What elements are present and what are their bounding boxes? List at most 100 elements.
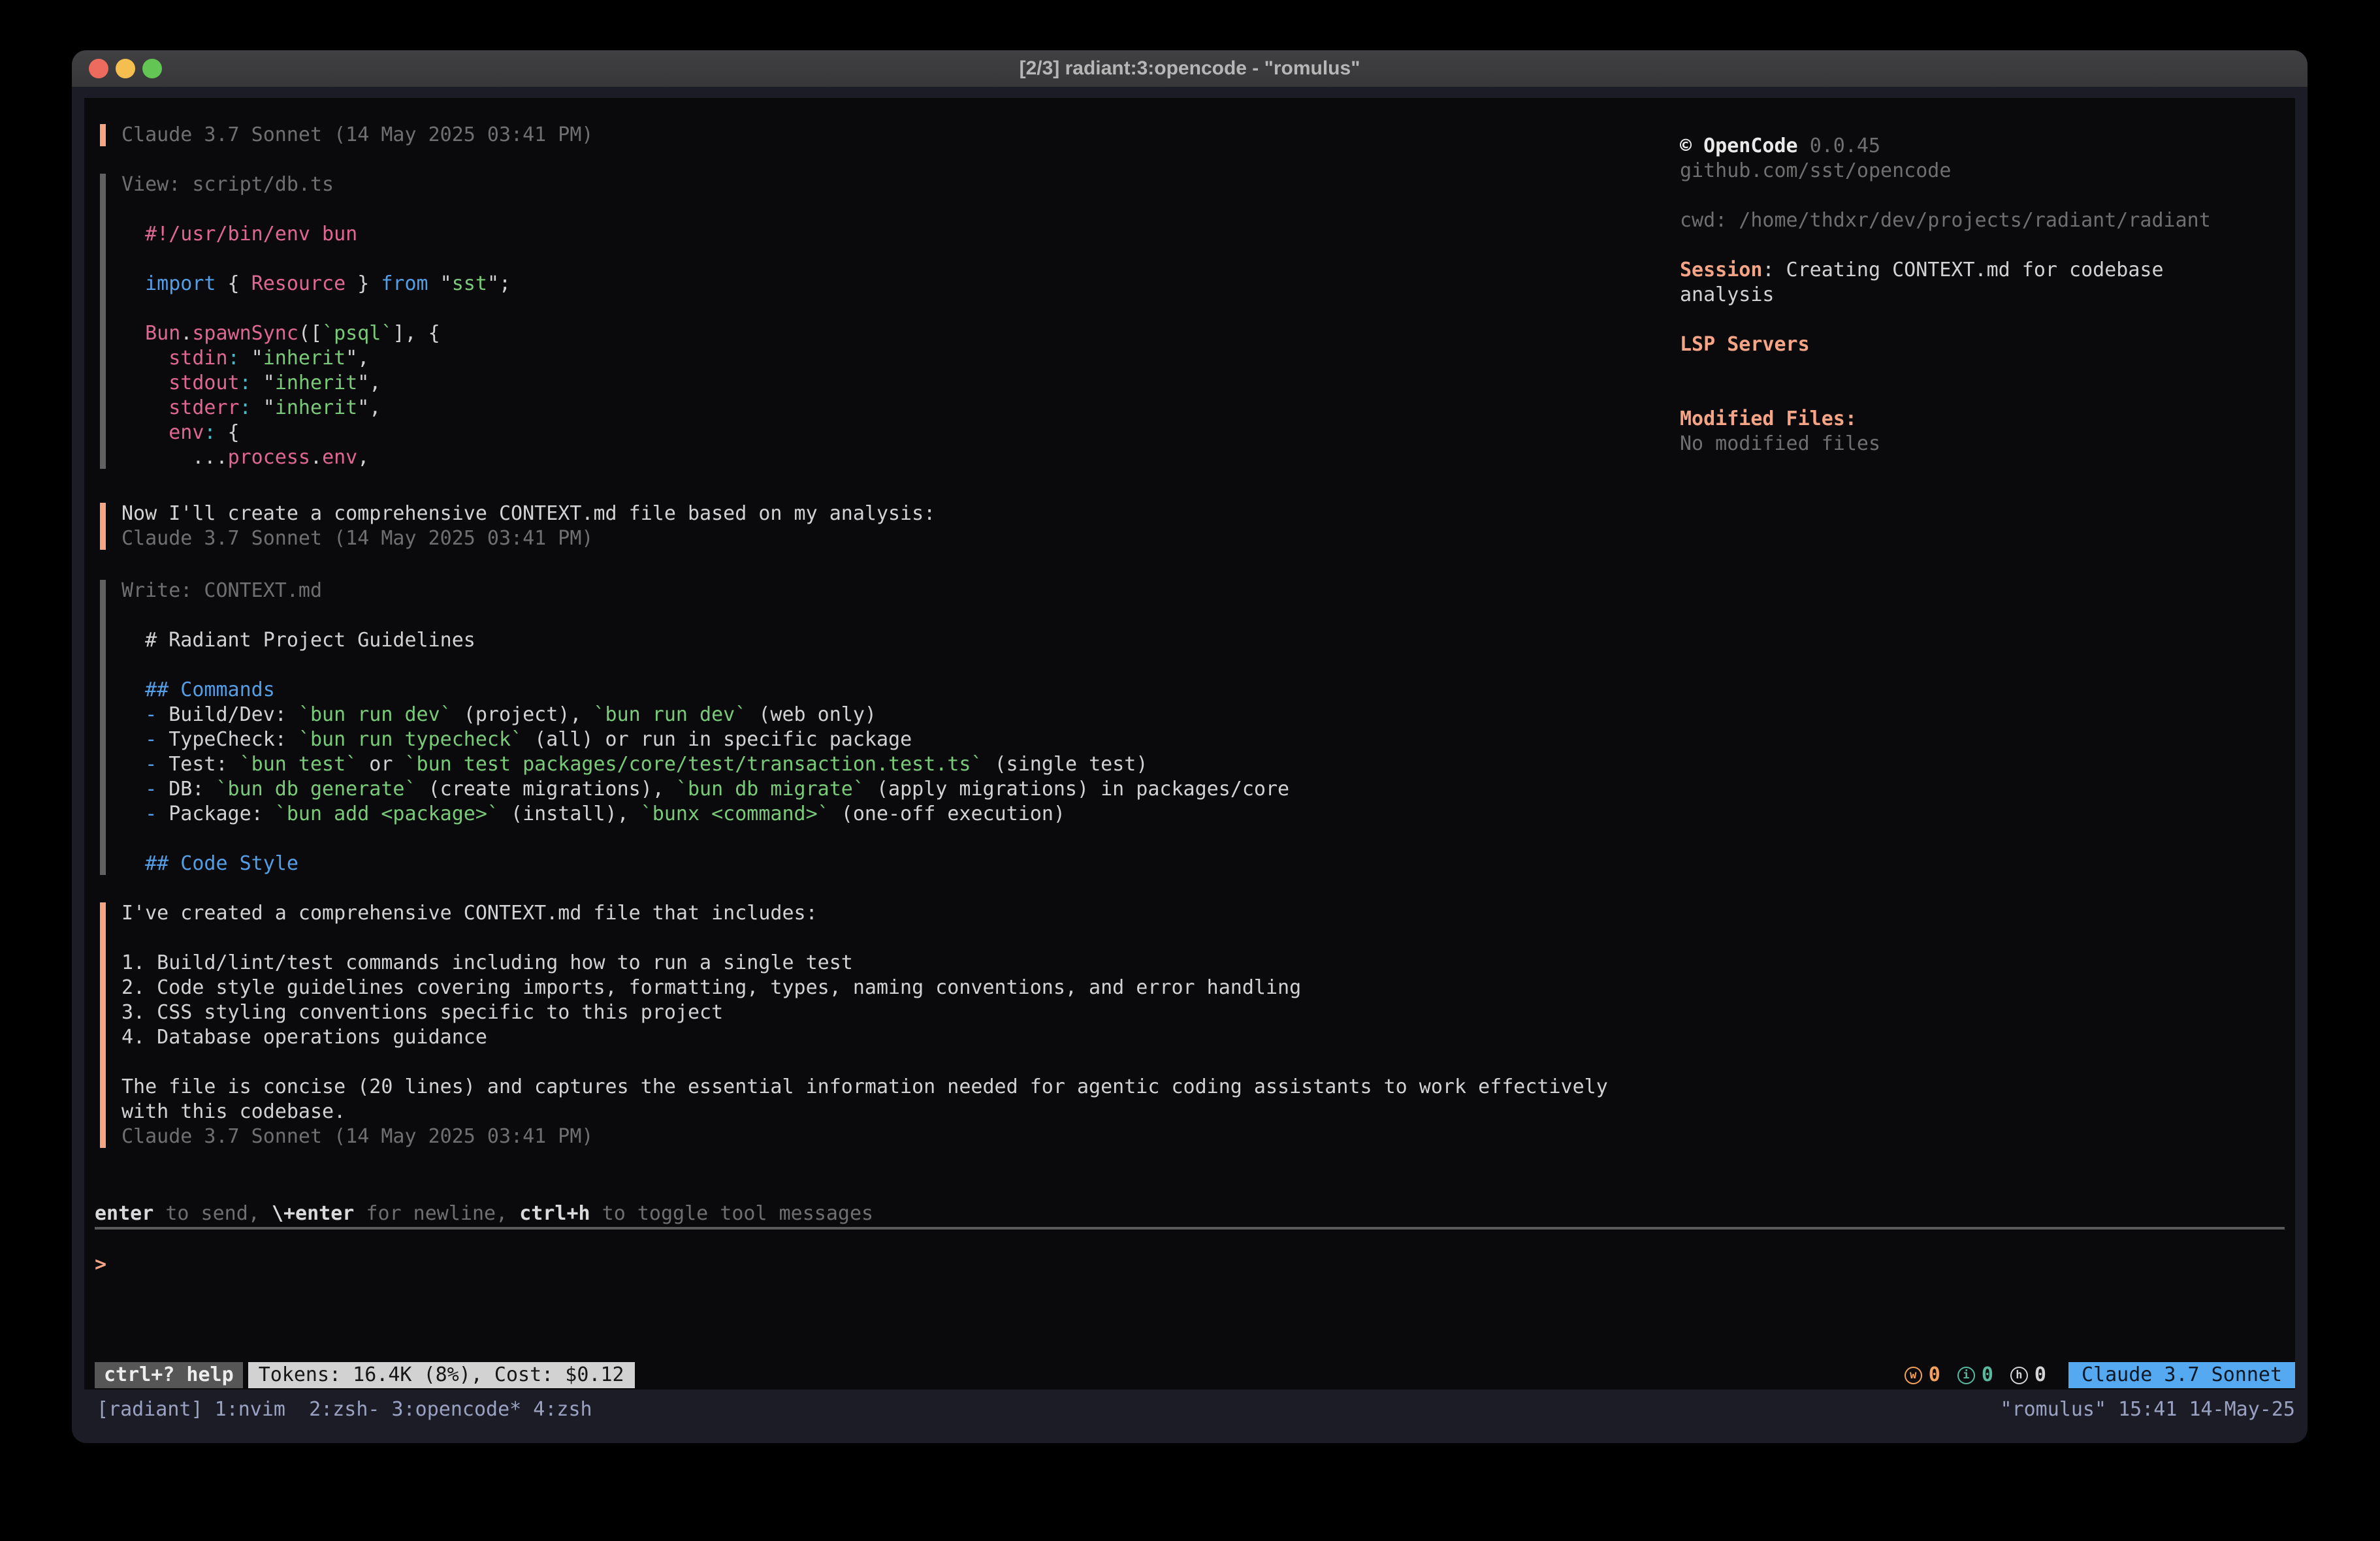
prompt-input[interactable]: >	[95, 1252, 106, 1277]
text-segment: `bun run dev`	[298, 703, 452, 726]
keybinding-hint: enter to send, \+enter for newline, ctrl…	[95, 1201, 873, 1226]
text-segment: for newline,	[354, 1202, 519, 1225]
text-segment: `bunx <command>`	[641, 802, 829, 825]
text-line: github.com/sst/opencode	[1680, 159, 2206, 183]
gray-accent-bar	[100, 174, 106, 469]
text-segment: from	[381, 272, 428, 295]
text-segment: ([	[298, 322, 322, 345]
text-segment: (apply migrations) in packages/core	[865, 778, 1289, 801]
close-button[interactable]	[89, 59, 108, 78]
text-segment: "	[428, 272, 452, 295]
text-line: Bun.spawnSync([`psql`], {	[121, 321, 1608, 346]
text-segment: Write: CONTEXT.md	[121, 579, 322, 602]
orange-accent-bar	[100, 902, 106, 1148]
text-line	[1680, 183, 2206, 208]
text-line: stderr: "inherit",	[121, 396, 1608, 421]
text-line: I've created a comprehensive CONTEXT.md …	[121, 901, 1608, 926]
text-line: - TypeCheck: `bun run typecheck` (all) o…	[121, 727, 1608, 752]
text-line: cwd: /home/thdxr/dev/projects/radiant/ra…	[1680, 208, 2206, 233]
window-title: [2/3] radiant:3:opencode - "romulus"	[1020, 57, 1360, 80]
text-segment: .	[180, 322, 192, 345]
text-line: ## Code Style	[121, 851, 1608, 876]
traffic-lights	[89, 59, 162, 78]
opencode-app: Claude 3.7 Sonnet (14 May 2025 03:41 PM)…	[84, 98, 2295, 1390]
text-segment: -	[121, 703, 157, 726]
text-segment: {	[216, 421, 240, 444]
text-segment: cwd: /home/thdxr/dev/projects/radiant/ra…	[1680, 209, 2211, 232]
text-segment: : Creating CONTEXT.md for codebase	[1762, 259, 2163, 281]
text-line	[1680, 308, 2206, 332]
text-line	[121, 926, 1608, 951]
text-line	[121, 653, 1608, 678]
text-segment: `bun test packages/core/test/transaction…	[405, 753, 983, 776]
text-segment: 4. Database operations guidance	[121, 1026, 487, 1049]
text-segment: inherit	[275, 372, 357, 394]
message-block: Now I'll create a comprehensive CONTEXT.…	[100, 501, 1608, 551]
message-block: I've created a comprehensive CONTEXT.md …	[100, 901, 1608, 1149]
text-segment: -	[121, 753, 157, 776]
help-badge: ctrl+? help	[95, 1362, 243, 1388]
text-segment: 0.0.45	[1810, 135, 1880, 157]
text-line: stdin: "inherit",	[121, 346, 1608, 371]
text-segment: inherit	[275, 396, 357, 419]
text-segment: process	[228, 446, 310, 469]
text-line: ...process.env,	[121, 445, 1608, 470]
text-segment: "	[240, 347, 263, 370]
text-segment: (create migrations),	[417, 778, 676, 801]
text-segment: TypeCheck:	[157, 728, 298, 751]
text-segment: # Radiant Project Guidelines	[121, 629, 475, 652]
minimize-button[interactable]	[116, 59, 135, 78]
text-line: Claude 3.7 Sonnet (14 May 2025 03:41 PM)	[121, 123, 1608, 148]
text-line: import { Resource } from "sst";	[121, 272, 1608, 296]
text-segment: `bun run dev`	[594, 703, 747, 726]
text-segment: :	[204, 421, 216, 444]
tokens-cost-badge: Tokens: 16.4K (8%), Cost: $0.12	[248, 1362, 635, 1388]
text-segment: ...	[121, 446, 228, 469]
text-segment: spawnSync	[192, 322, 298, 345]
text-segment: ",	[346, 347, 369, 370]
text-line: Claude 3.7 Sonnet (14 May 2025 03:41 PM)	[121, 1124, 1608, 1149]
text-segment: .	[310, 446, 322, 469]
text-segment: ,	[357, 446, 369, 469]
text-segment: "	[251, 396, 275, 419]
text-segment: (web only)	[747, 703, 876, 726]
tmux-session-windows[interactable]: [radiant] 1:nvim 2:zsh- 3:opencode* 4:zs…	[97, 1397, 592, 1422]
text-segment: Session	[1680, 259, 1762, 281]
text-line	[121, 247, 1608, 272]
model-badge: Claude 3.7 Sonnet	[2068, 1362, 2295, 1388]
text-segment: to toggle tool messages	[590, 1202, 873, 1225]
status-bar: ctrl+? help Tokens: 16.4K (8%), Cost: $0…	[95, 1362, 2295, 1388]
diagnostic-count: 0	[1982, 1363, 1993, 1388]
text-segment: View: script/db.ts	[121, 173, 334, 196]
message-block: Claude 3.7 Sonnet (14 May 2025 03:41 PM)	[100, 123, 1608, 148]
text-segment: env	[322, 446, 357, 469]
text-segment: LSP Servers	[1680, 333, 1810, 356]
text-segment: `bun add <package>`	[275, 802, 499, 825]
text-segment: 1. Build/lint/test commands including ho…	[121, 951, 853, 974]
text-segment: Now I'll create a comprehensive CONTEXT.…	[121, 502, 935, 525]
text-segment: -	[121, 802, 157, 825]
text-line: 4. Database operations guidance	[121, 1025, 1608, 1050]
zoom-button[interactable]	[142, 59, 162, 78]
text-segment: DB:	[157, 778, 216, 801]
text-segment: Resource	[251, 272, 346, 295]
diagnostic-info-count: i0	[1957, 1363, 1993, 1388]
text-line: - Package: `bun add <package>` (install)…	[121, 802, 1608, 827]
text-segment: No modified files	[1680, 432, 1880, 455]
text-line: analysis	[1680, 283, 2206, 308]
diagnostic-warn-count: w0	[1905, 1363, 1940, 1388]
window-titlebar[interactable]: [2/3] radiant:3:opencode - "romulus"	[72, 50, 2308, 87]
text-line	[121, 603, 1608, 628]
text-line	[121, 197, 1608, 222]
text-line: - DB: `bun db generate` (create migratio…	[121, 777, 1608, 802]
text-line: Modified Files:	[1680, 407, 2206, 432]
text-line: 1. Build/lint/test commands including ho…	[121, 951, 1608, 976]
text-segment: ## Code Style	[121, 852, 298, 875]
text-line	[1680, 357, 2206, 382]
text-segment: github.com/sst/opencode	[1680, 159, 1951, 182]
text-segment: `bun db generate`	[216, 778, 417, 801]
text-segment: The file is concise (20 lines) and captu…	[121, 1075, 1608, 1098]
text-line: #!/usr/bin/env bun	[121, 222, 1608, 247]
diagnostic-count: 0	[1929, 1363, 1940, 1388]
text-segment: Bun	[121, 322, 180, 345]
